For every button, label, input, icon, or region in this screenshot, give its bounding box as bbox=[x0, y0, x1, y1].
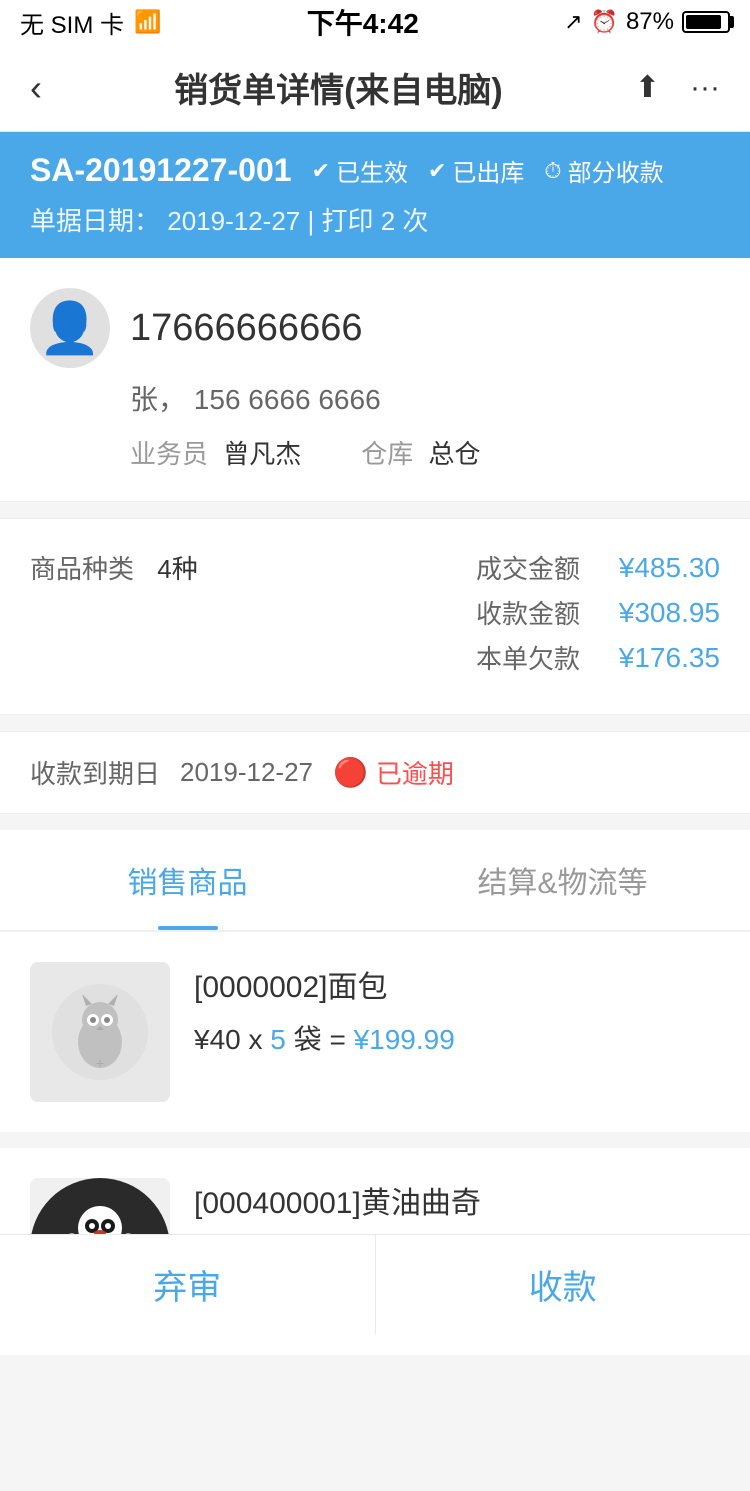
due-date-section: 收款到期日 2019-12-27 🔴 已逾期 bbox=[0, 731, 750, 814]
product-name-0: [0000002]面包 bbox=[194, 962, 720, 1006]
status-time: 下午4:42 bbox=[307, 2, 419, 42]
cancel-button[interactable]: 弃审 bbox=[0, 1235, 376, 1334]
status-right: ↗ ⏰ 87% bbox=[564, 8, 730, 36]
clock-icon: ⏱ bbox=[544, 158, 561, 184]
avatar: 👤 bbox=[30, 288, 110, 368]
overdue-badge: 🔴 已逾期 bbox=[333, 754, 454, 791]
order-date-row: 单据日期： 2019-12-27 | 打印 2 次 bbox=[30, 201, 720, 238]
warehouse-item: 仓库 总仓 bbox=[361, 434, 480, 471]
badge-activated: ✔ 已生效 bbox=[312, 153, 408, 188]
badge-partial-payment: ⏱ 部分收款 bbox=[544, 153, 663, 188]
customer-name-phone: 张， 156 6666 6666 bbox=[30, 378, 720, 418]
product-type-info: 商品种类 4种 bbox=[30, 549, 198, 586]
customer-main-row: 👤 17666666666 bbox=[30, 288, 720, 368]
status-carrier: 无 SIM 卡 📶 bbox=[20, 5, 161, 40]
back-button[interactable]: ‹ bbox=[30, 67, 42, 109]
sales-person-item: 业务员 曾凡杰 bbox=[130, 434, 301, 471]
order-id: SA-20191227-001 bbox=[30, 152, 292, 189]
financial-stats: 成交金额 ¥485.30 收款金额 ¥308.95 本单欠款 ¥176.35 bbox=[476, 549, 720, 684]
product-name-1: [000400001]黄油曲奇 bbox=[194, 1178, 720, 1222]
amount-row: 成交金额 ¥485.30 bbox=[476, 549, 720, 586]
nav-right-actions: ⬆ ··· bbox=[635, 70, 720, 105]
stats-section: 商品种类 4种 成交金额 ¥485.30 收款金额 ¥308.95 本单欠款 ¥… bbox=[0, 518, 750, 715]
order-header-banner: SA-20191227-001 ✔ 已生效 ✔ 已出库 ⏱ 部分收款 单据日期：… bbox=[0, 132, 750, 258]
received-row: 收款金额 ¥308.95 bbox=[476, 594, 720, 631]
product-qty-0: 5 bbox=[270, 1024, 286, 1055]
received-value: ¥308.95 bbox=[600, 597, 720, 629]
battery-text: 87% bbox=[626, 8, 674, 36]
product-tabs: 销售商品 结算&物流等 bbox=[0, 830, 750, 932]
status-bar: 无 SIM 卡 📶 下午4:42 ↗ ⏰ 87% bbox=[0, 0, 750, 44]
owed-row: 本单欠款 ¥176.35 bbox=[476, 639, 720, 676]
owed-value: ¥176.35 bbox=[600, 642, 720, 674]
confirm-payment-button[interactable]: 收款 bbox=[376, 1235, 750, 1334]
customer-section: 👤 17666666666 张， 156 6666 6666 业务员 曾凡杰 仓… bbox=[0, 258, 750, 502]
overdue-icon: 🔴 bbox=[333, 756, 368, 789]
battery-icon bbox=[682, 11, 730, 33]
product-item-0: + [0000002]面包 ¥40 x 5 袋 = ¥199.99 bbox=[0, 932, 750, 1148]
order-id-row: SA-20191227-001 ✔ 已生效 ✔ 已出库 ⏱ 部分收款 bbox=[30, 152, 720, 189]
sales-person-value: 曾凡杰 bbox=[223, 439, 301, 469]
warehouse-value: 总仓 bbox=[429, 439, 481, 469]
alarm-icon: ⏰ bbox=[591, 9, 618, 35]
badge-outbound: ✔ 已出库 bbox=[428, 153, 524, 188]
more-icon[interactable]: ··· bbox=[690, 71, 720, 105]
product-price-0: ¥40 x 5 袋 = ¥199.99 bbox=[194, 1018, 720, 1058]
check-icon-1: ✔ bbox=[312, 158, 330, 184]
page-title: 销货单详情(来自电脑) bbox=[174, 63, 503, 112]
tab-sales-products[interactable]: 销售商品 bbox=[0, 830, 375, 930]
carrier-text: 无 SIM 卡 bbox=[20, 5, 124, 40]
share-icon[interactable]: ⬆ bbox=[635, 70, 660, 105]
tab-settlement-logistics[interactable]: 结算&物流等 bbox=[375, 830, 750, 930]
svg-text:+: + bbox=[96, 1055, 104, 1071]
product-info-0: [0000002]面包 ¥40 x 5 袋 = ¥199.99 bbox=[194, 962, 720, 1058]
wifi-icon: 📶 bbox=[134, 9, 161, 35]
location-icon: ↗ bbox=[564, 9, 582, 35]
amount-value: ¥485.30 bbox=[600, 552, 720, 584]
nav-bar: ‹ 销货单详情(来自电脑) ⬆ ··· bbox=[0, 44, 750, 132]
avatar-icon: 👤 bbox=[39, 299, 101, 358]
product-total-0: ¥199.99 bbox=[354, 1024, 455, 1055]
owl-placeholder-icon: + bbox=[50, 982, 150, 1082]
bottom-action-bar: 弃审 收款 bbox=[0, 1234, 750, 1334]
customer-id: 17666666666 bbox=[130, 307, 362, 350]
customer-meta: 业务员 曾凡杰 仓库 总仓 bbox=[30, 434, 720, 471]
product-thumb-0: + bbox=[30, 962, 170, 1102]
check-icon-2: ✔ bbox=[428, 158, 446, 184]
